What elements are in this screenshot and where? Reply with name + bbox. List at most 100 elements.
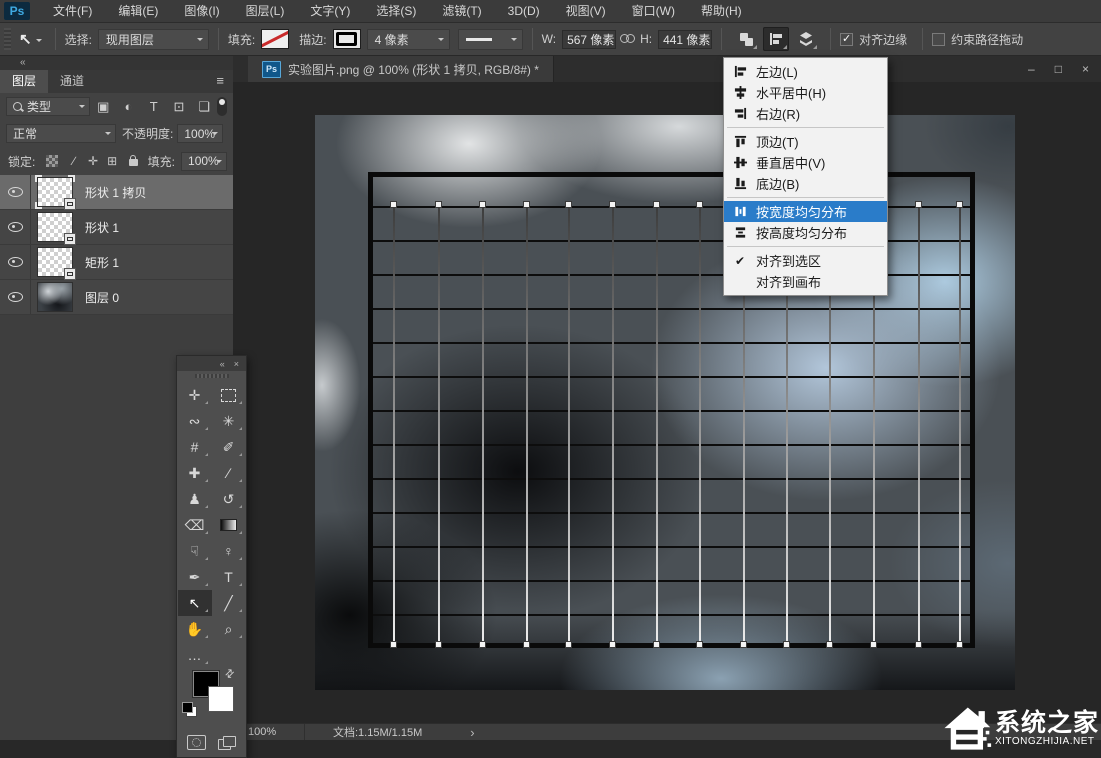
menu-item-7[interactable]: 3D(D) <box>495 0 553 22</box>
stroke-style-dropdown[interactable] <box>457 28 523 50</box>
path-alignment-button[interactable] <box>763 27 790 51</box>
filter-type-dropdown[interactable]: 类型 <box>6 97 91 116</box>
menu-item-2[interactable]: 图像(I) <box>171 0 232 22</box>
anchor-point[interactable] <box>390 641 397 648</box>
eraser-tool[interactable]: ⌫ <box>178 512 212 538</box>
dropdown-item-4[interactable]: 顶边(T) <box>724 131 887 152</box>
layer-row[interactable]: 图层 0 <box>0 280 233 315</box>
dropdown-item-2[interactable]: 右边(R) <box>724 103 887 124</box>
anchor-point[interactable] <box>696 641 703 648</box>
layer-row[interactable]: 形状 1 <box>0 210 233 245</box>
height-input[interactable]: 441 像素 <box>658 29 713 49</box>
clone-stamp-tool[interactable]: ♟ <box>178 486 212 512</box>
link-dimensions-icon[interactable] <box>620 33 636 45</box>
options-grip[interactable] <box>4 28 11 50</box>
stroke-swatch[interactable] <box>332 29 361 49</box>
eyedropper-tool[interactable]: ✐ <box>212 434 246 460</box>
align-edges-checkbox[interactable] <box>840 32 854 46</box>
panel-grip[interactable] <box>177 371 246 380</box>
maximize-button[interactable]: □ <box>1055 62 1062 76</box>
app-logo[interactable]: Ps <box>4 2 30 20</box>
lasso-tool[interactable]: ∾ <box>178 408 212 434</box>
anchor-point[interactable] <box>870 641 877 648</box>
path-operations-button[interactable] <box>733 27 759 51</box>
screen-mode-button[interactable] <box>218 736 236 750</box>
filter-smart-objects-icon[interactable]: ❏ <box>192 99 216 115</box>
dropdown-item-5[interactable]: 垂直居中(V) <box>724 152 887 173</box>
background-color-swatch[interactable] <box>208 686 234 712</box>
anchor-point[interactable] <box>609 641 616 648</box>
anchor-point[interactable] <box>435 641 442 648</box>
document-tab[interactable]: Ps 实验图片.png @ 100% (形状 1 拷贝, RGB/8#) * <box>248 56 554 82</box>
dropdown-item-1[interactable]: 水平居中(H) <box>724 82 887 103</box>
status-chevron-icon[interactable]: › <box>470 725 474 740</box>
anchor-point[interactable] <box>609 201 616 208</box>
tab-layers[interactable]: 图层 <box>0 70 49 93</box>
dock-collapse-button[interactable]: « <box>0 56 233 70</box>
current-tool-button[interactable]: ↖ <box>15 30 46 48</box>
blend-mode-dropdown[interactable]: 正常 <box>6 124 116 143</box>
collapse-panel-icon[interactable]: « <box>220 359 225 369</box>
anchor-point[interactable] <box>479 201 486 208</box>
gradient-tool[interactable] <box>212 512 246 538</box>
canvas-image[interactable] <box>315 115 1015 690</box>
anchor-point[interactable] <box>479 641 486 648</box>
path-arrangement-button[interactable] <box>793 27 819 51</box>
anchor-point[interactable] <box>915 201 922 208</box>
lock-position-icon[interactable]: ✛ <box>84 154 101 168</box>
filter-pixel-layers-icon[interactable]: ▣ <box>91 99 115 115</box>
marquee-tool[interactable] <box>212 382 246 408</box>
minimize-button[interactable]: – <box>1028 62 1035 76</box>
anchor-point[interactable] <box>783 641 790 648</box>
pen-tool[interactable]: ✒ <box>178 564 212 590</box>
quick-selection-tool[interactable]: ✳ <box>212 408 246 434</box>
filter-adjustment-layers-icon[interactable]: ◐ <box>116 99 140 114</box>
dropdown-item-11[interactable]: ✔ 对齐到选区 <box>724 250 887 271</box>
constrain-path-checkbox[interactable] <box>932 32 946 46</box>
visibility-cell[interactable] <box>0 245 31 279</box>
canvas-viewport[interactable] <box>233 82 1101 724</box>
layer-row[interactable]: 形状 1 拷贝 <box>0 175 233 210</box>
anchor-point[interactable] <box>956 201 963 208</box>
anchor-point[interactable] <box>565 201 572 208</box>
fill-swatch[interactable] <box>261 29 290 49</box>
anchor-point[interactable] <box>565 641 572 648</box>
anchor-point[interactable] <box>696 201 703 208</box>
filter-type-layers-icon[interactable]: T <box>142 99 166 114</box>
anchor-point[interactable] <box>740 641 747 648</box>
menu-item-3[interactable]: 图层(L) <box>233 0 298 22</box>
dropdown-item-0[interactable]: 左边(L) <box>724 61 887 82</box>
lock-all-icon[interactable] <box>128 155 138 166</box>
dropdown-item-8[interactable]: 按宽度均匀分布 <box>724 201 887 222</box>
default-colors-icon[interactable] <box>182 702 197 717</box>
anchor-point[interactable] <box>653 641 660 648</box>
visibility-cell[interactable] <box>0 210 31 244</box>
move-tool[interactable]: ✛ <box>178 382 212 408</box>
panel-menu-icon[interactable]: ≡ <box>216 73 224 88</box>
edit-toolbar[interactable]: … <box>178 642 212 668</box>
visibility-cell[interactable] <box>0 175 31 209</box>
anchor-point[interactable] <box>915 641 922 648</box>
close-panel-icon[interactable]: × <box>234 359 239 369</box>
anchor-point[interactable] <box>653 201 660 208</box>
menu-item-10[interactable]: 帮助(H) <box>688 0 755 22</box>
menu-item-6[interactable]: 滤镜(T) <box>429 0 494 22</box>
anchor-point[interactable] <box>390 201 397 208</box>
smudge-tool[interactable]: ☟ <box>178 538 212 564</box>
swap-colors-icon[interactable]: ⇄ <box>222 666 237 681</box>
dropdown-item-6[interactable]: 底边(B) <box>724 173 887 194</box>
menu-item-1[interactable]: 编辑(E) <box>105 0 171 22</box>
lock-transparency-icon[interactable] <box>46 155 59 167</box>
anchor-point[interactable] <box>826 641 833 648</box>
anchor-point[interactable] <box>523 641 530 648</box>
menu-item-4[interactable]: 文字(Y) <box>297 0 363 22</box>
opacity-dropdown[interactable]: 100% <box>177 124 224 143</box>
layer-row[interactable]: 矩形 1 <box>0 245 233 280</box>
layer-fill-dropdown[interactable]: 100% <box>181 151 228 171</box>
menu-item-9[interactable]: 窗口(W) <box>619 0 688 22</box>
anchor-point[interactable] <box>523 201 530 208</box>
visibility-cell[interactable] <box>0 280 31 314</box>
menu-item-8[interactable]: 视图(V) <box>553 0 619 22</box>
type-tool[interactable]: T <box>212 564 246 590</box>
lock-pixels-icon[interactable]: ∕ <box>65 154 82 168</box>
